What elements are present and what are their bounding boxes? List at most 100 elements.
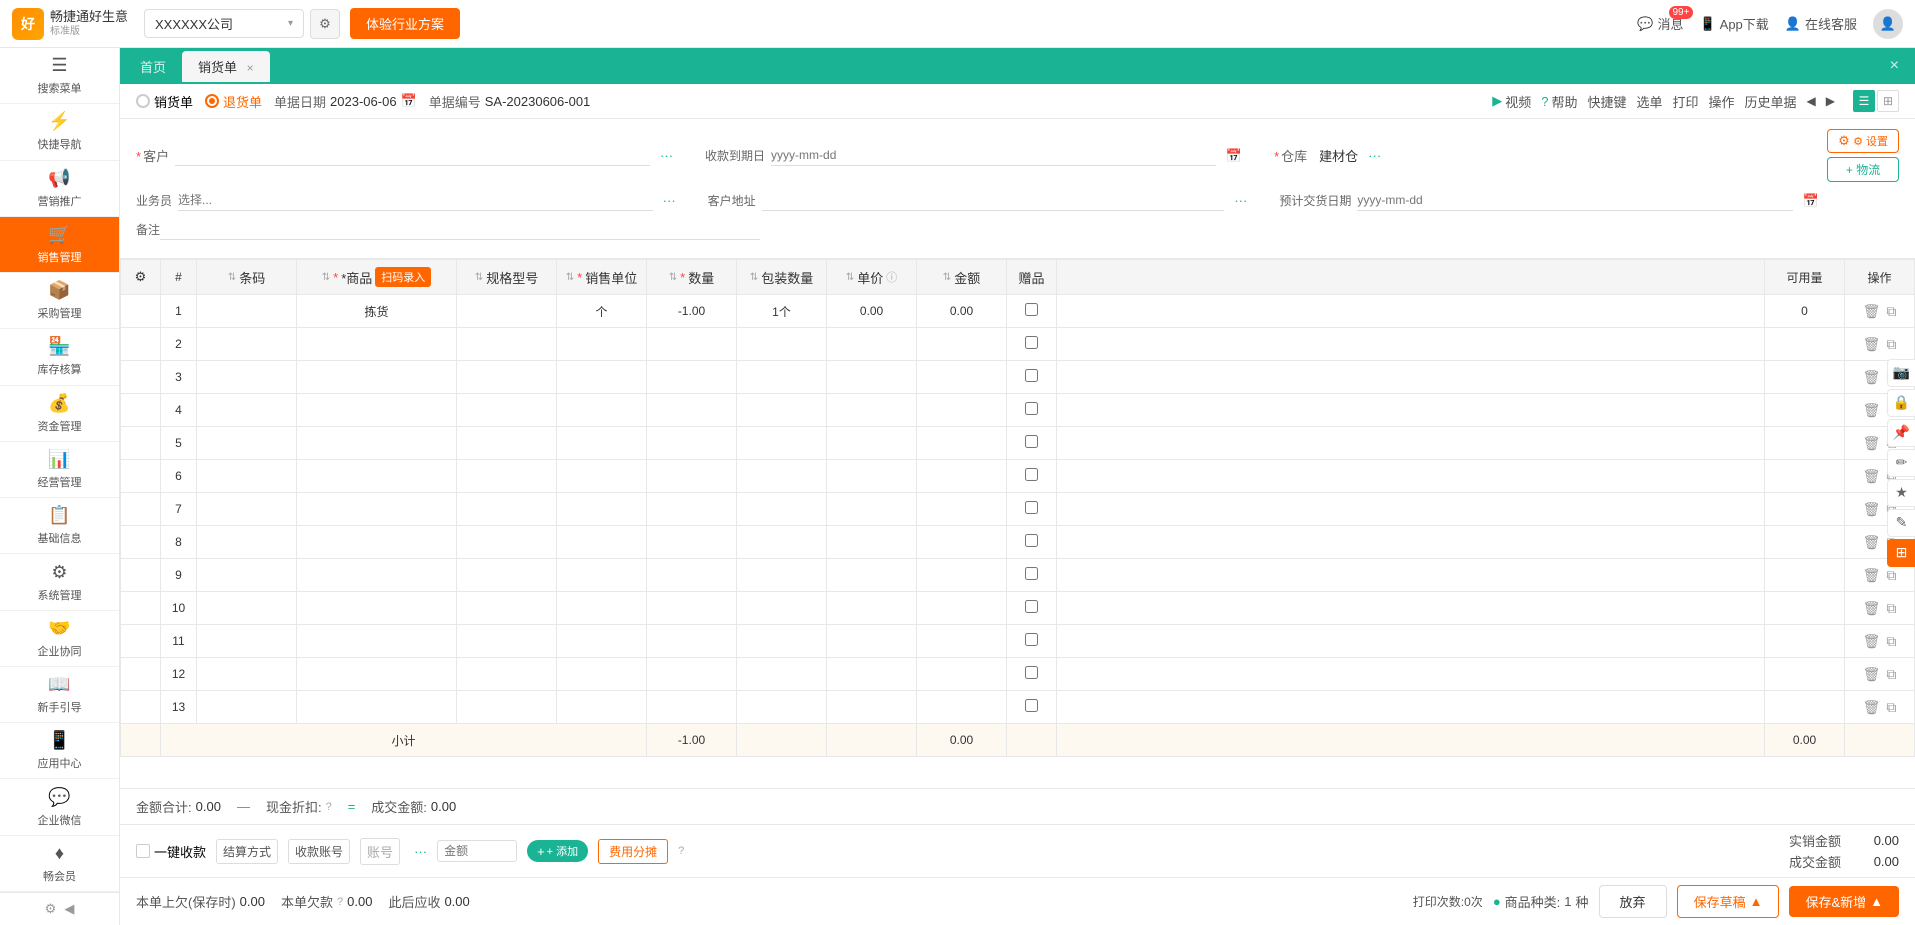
sort-spec-icon[interactable]: ⇅ <box>475 272 483 283</box>
nav-next-button[interactable]: ▶ <box>1826 94 1835 108</box>
delete-icon[interactable]: 🗑 <box>1863 303 1881 320</box>
delete-icon[interactable]: 🗑 <box>1863 534 1881 551</box>
payment-calendar-icon[interactable]: 📅 <box>1226 148 1242 164</box>
video-button[interactable]: ▶ 视频 <box>1492 92 1531 111</box>
salesperson-dots[interactable]: ··· <box>663 193 676 208</box>
delete-icon[interactable]: 🗑 <box>1863 369 1881 386</box>
sidebar-item-basics[interactable]: 📋 基础信息 <box>0 498 119 554</box>
rf-lock-button[interactable]: 🔒 <box>1887 389 1915 417</box>
delete-icon[interactable]: 🗑 <box>1863 402 1881 419</box>
sidebar-item-system[interactable]: ⚙ 系统管理 <box>0 554 119 610</box>
scan-button[interactable]: 扫码录入 <box>375 267 431 287</box>
sidebar-item-enterprise[interactable]: 🤝 企业协同 <box>0 611 119 667</box>
save-new-button[interactable]: 保存&新增 ▲ <box>1789 886 1899 917</box>
sidebar-item-inventory[interactable]: 🏪 库存核算 <box>0 329 119 385</box>
sidebar-item-guide[interactable]: 📖 新手引导 <box>0 667 119 723</box>
warehouse-dots[interactable]: ··· <box>1368 148 1381 163</box>
gift-checkbox[interactable] <box>1025 567 1038 580</box>
row-note[interactable] <box>1057 295 1765 328</box>
operation-button[interactable]: 操作 <box>1709 92 1735 111</box>
gift-checkbox[interactable] <box>1025 303 1038 316</box>
customer-input[interactable] <box>175 145 650 166</box>
th-settings[interactable]: ⚙ <box>121 260 161 295</box>
copy-icon[interactable]: ⧉ <box>1886 633 1896 650</box>
shortcut-button[interactable]: 快捷键 <box>1587 92 1626 111</box>
radio-sale-order[interactable]: 销货单 <box>136 92 193 111</box>
online-service-button[interactable]: 👤 在线客服 <box>1785 14 1857 33</box>
sort-pkg-icon[interactable]: ⇅ <box>750 272 758 283</box>
gift-checkbox[interactable] <box>1025 468 1038 481</box>
view-grid-button[interactable]: ⊞ <box>1877 90 1899 112</box>
tab-sale-order[interactable]: 销货单 × <box>182 51 270 82</box>
customer-dots[interactable]: ··· <box>660 148 673 163</box>
history-button[interactable]: 历史单据 <box>1745 92 1797 111</box>
row-pkg[interactable]: 1个 <box>737 295 827 328</box>
salesperson-input[interactable] <box>178 190 653 211</box>
gift-checkbox[interactable] <box>1025 501 1038 514</box>
address-dots[interactable]: ··· <box>1234 193 1247 208</box>
sidebar-item-finance[interactable]: 💰 资金管理 <box>0 386 119 442</box>
calendar-icon[interactable]: 📅 <box>401 93 417 109</box>
copy-icon[interactable]: ⧉ <box>1886 600 1896 617</box>
table-container[interactable]: ⚙ # ⇅ 条码 ⇅ **商品 <box>120 259 1915 788</box>
rf-pencil-button[interactable]: ✎ <box>1887 509 1915 537</box>
sidebar-item-purchase[interactable]: 📦 采购管理 <box>0 273 119 329</box>
row-gift[interactable] <box>1007 295 1057 328</box>
delete-icon[interactable]: 🗑 <box>1863 699 1881 716</box>
settings-button[interactable]: ⚙ ⚙ 设置 <box>1827 129 1899 153</box>
discount-help-icon[interactable]: ? <box>326 801 332 813</box>
sidebar-item-shortcuts[interactable]: ⚡ 快捷导航 <box>0 104 119 160</box>
sidebar-item-member[interactable]: ♦ 畅会员 <box>0 836 119 892</box>
sort-qty-icon[interactable]: ⇅ <box>669 272 677 283</box>
logistics-button[interactable]: + 物流 <box>1827 157 1899 182</box>
row-unit[interactable]: 个 <box>557 295 647 328</box>
copy-icon[interactable]: ⧉ <box>1886 666 1896 683</box>
sort-unit-icon[interactable]: ⇅ <box>566 272 574 283</box>
delete-icon[interactable]: 🗑 <box>1863 468 1881 485</box>
delete-icon[interactable]: 🗑 <box>1863 336 1881 353</box>
settings-icon[interactable]: ⚙ <box>310 9 340 39</box>
debt-help-icon[interactable]: ? <box>337 896 343 908</box>
copy-icon[interactable]: ⧉ <box>1886 303 1896 320</box>
sidebar-item-search[interactable]: ☰ 搜索菜单 <box>0 48 119 104</box>
delete-icon[interactable]: 🗑 <box>1863 435 1881 452</box>
company-selector[interactable]: XXXXXX公司 ▾ <box>144 9 304 38</box>
gift-checkbox[interactable] <box>1025 666 1038 679</box>
gift-checkbox[interactable] <box>1025 534 1038 547</box>
sort-price-icon[interactable]: ⇅ <box>846 272 854 283</box>
row-product[interactable]: 拣货 <box>297 295 457 328</box>
copy-icon[interactable]: ⧉ <box>1886 699 1896 716</box>
rf-edit-button[interactable]: ✏ <box>1887 449 1915 477</box>
sidebar-item-apps[interactable]: 📱 应用中心 <box>0 723 119 779</box>
amount-input[interactable] <box>437 840 517 862</box>
sidebar-item-management[interactable]: 📊 经营管理 <box>0 442 119 498</box>
gift-checkbox[interactable] <box>1025 633 1038 646</box>
gift-checkbox[interactable] <box>1025 600 1038 613</box>
account-number-input[interactable]: 账号 <box>360 838 400 865</box>
message-button[interactable]: 💬 消息 99+ <box>1637 14 1683 33</box>
avatar[interactable]: 👤 <box>1873 9 1903 39</box>
payment-due-input[interactable] <box>771 145 1216 166</box>
copy-icon[interactable]: ⧉ <box>1886 336 1896 353</box>
row-barcode[interactable] <box>197 295 297 328</box>
print-button[interactable]: 打印 <box>1672 92 1698 111</box>
fee-help-icon[interactable]: ? <box>678 845 684 857</box>
gift-checkbox[interactable] <box>1025 369 1038 382</box>
delete-icon[interactable]: 🗑 <box>1863 567 1881 584</box>
select-button[interactable]: 选单 <box>1636 92 1662 111</box>
help-button[interactable]: ? 帮助 <box>1541 92 1577 111</box>
quick-pay-checkbox[interactable]: 一键收款 <box>136 842 206 861</box>
delete-icon[interactable]: 🗑 <box>1863 501 1881 518</box>
rf-star-button[interactable]: ★ <box>1887 479 1915 507</box>
delete-icon[interactable]: 🗑 <box>1863 600 1881 617</box>
nav-prev-button[interactable]: ◀ <box>1807 94 1816 108</box>
gift-checkbox[interactable] <box>1025 402 1038 415</box>
row-spec[interactable] <box>457 295 557 328</box>
tab-close-icon[interactable]: × <box>247 61 254 75</box>
view-list-button[interactable]: ☰ <box>1853 90 1875 112</box>
gift-checkbox[interactable] <box>1025 336 1038 349</box>
rf-pin-button[interactable]: 📌 <box>1887 419 1915 447</box>
sort-barcode-icon[interactable]: ⇅ <box>228 272 236 283</box>
sort-amount-icon[interactable]: ⇅ <box>943 272 951 283</box>
discard-button[interactable]: 放弃 <box>1599 885 1667 918</box>
